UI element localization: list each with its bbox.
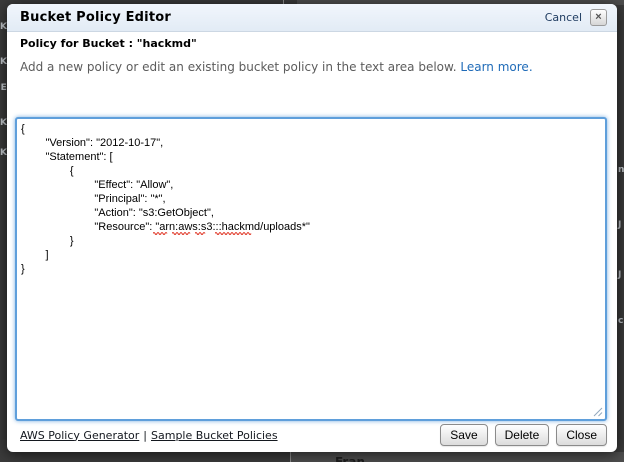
- description-text: Add a new policy or edit an existing buc…: [20, 60, 533, 74]
- background-text-fragment: K: [0, 57, 7, 67]
- delete-button[interactable]: Delete: [495, 424, 550, 446]
- background-column-line: [290, 452, 291, 462]
- policy-bucket-label: Policy for Bucket : "hackmd": [20, 37, 197, 50]
- close-icon[interactable]: ×: [590, 9, 607, 26]
- background-text-fragment: J: [618, 220, 621, 230]
- cancel-link[interactable]: Cancel: [545, 11, 582, 24]
- dialog-header: Bucket Policy Editor Cancel ×: [7, 4, 617, 32]
- save-button[interactable]: Save: [440, 424, 487, 446]
- background-text-fragment: J: [618, 270, 621, 280]
- policy-editor: { "Version": "2012-10-17", "Statement": …: [15, 117, 607, 421]
- dialog-title: Bucket Policy Editor: [20, 10, 171, 25]
- background-text-fragment: CE: [0, 83, 7, 93]
- description-body: Add a new policy or edit an existing buc…: [20, 60, 460, 74]
- aws-policy-generator-link[interactable]: AWS Policy Generator: [20, 429, 139, 442]
- bucket-policy-editor-dialog: Bucket Policy Editor Cancel × Policy for…: [7, 4, 617, 452]
- dialog-footer: AWS Policy Generator | Sample Bucket Pol…: [20, 423, 607, 447]
- screen: K K CE K K n J J c Fran Bucket Policy Ed…: [0, 0, 624, 462]
- learn-more-link[interactable]: Learn more.: [460, 60, 532, 74]
- background-text-fragment: c: [618, 316, 623, 326]
- background-text-fragment: Fran: [335, 455, 365, 462]
- background-text-fragment: K: [0, 118, 7, 128]
- background-text-fragment: K: [0, 148, 7, 158]
- background-text-fragment: K: [0, 22, 7, 32]
- close-dialog-button[interactable]: Close: [556, 424, 607, 446]
- sample-bucket-policies-link[interactable]: Sample Bucket Policies: [151, 429, 278, 442]
- background-text-fragment: n: [618, 165, 624, 175]
- policy-textarea[interactable]: { "Version": "2012-10-17", "Statement": …: [15, 117, 607, 421]
- link-separator: |: [143, 429, 147, 442]
